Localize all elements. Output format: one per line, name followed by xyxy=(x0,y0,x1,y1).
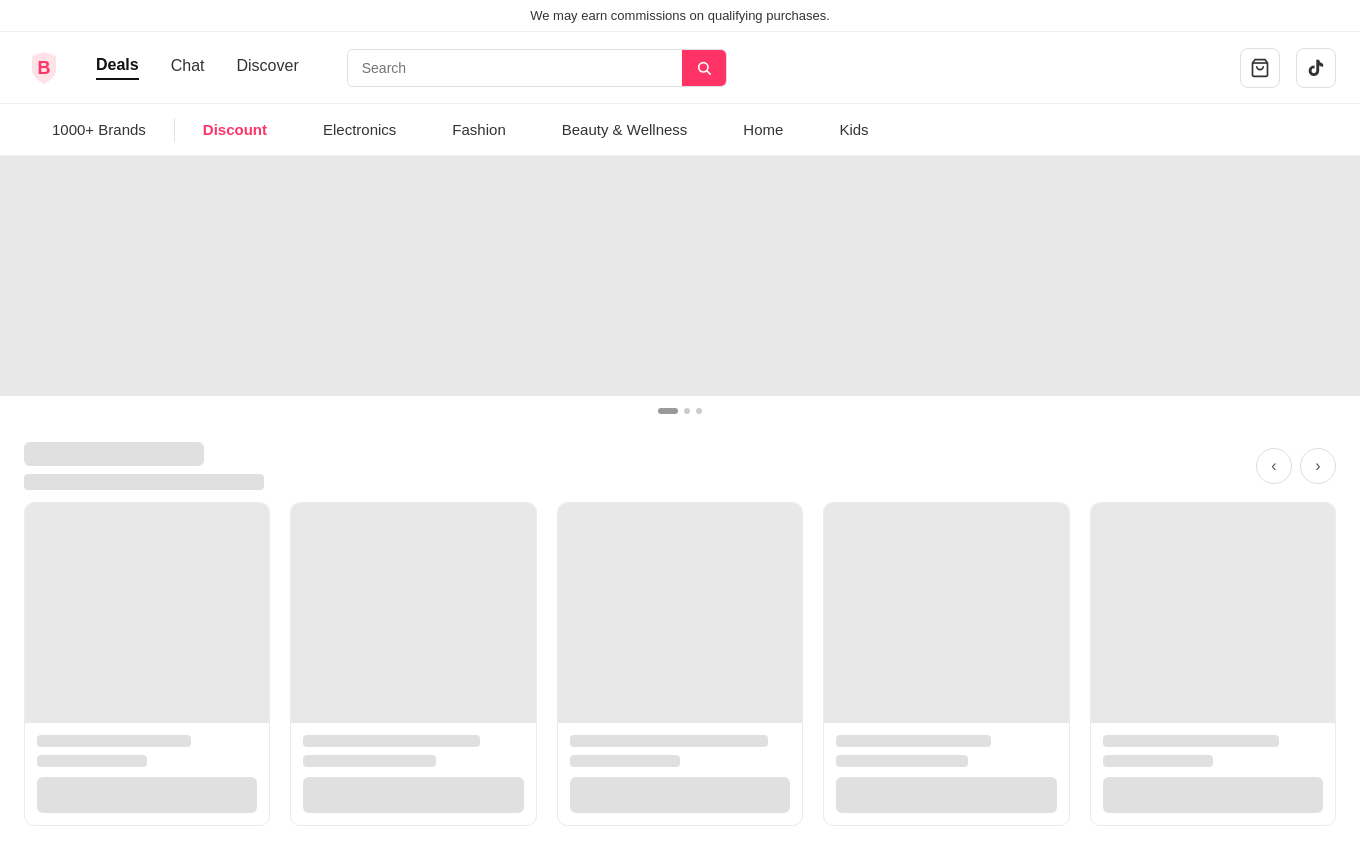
product-info xyxy=(558,723,802,825)
search-icon xyxy=(696,60,712,76)
product-card[interactable] xyxy=(24,502,270,826)
cat-beauty[interactable]: Beauty & Wellness xyxy=(534,104,716,155)
hero-banner xyxy=(0,156,1360,396)
product-title-skeleton xyxy=(836,735,990,747)
product-title-skeleton xyxy=(37,735,191,747)
products-section: ‹ › xyxy=(0,426,1360,850)
cat-fashion[interactable]: Fashion xyxy=(424,104,533,155)
product-card[interactable] xyxy=(823,502,1069,826)
section-sub-skeleton xyxy=(24,474,264,490)
header: B Deals Chat Discover xyxy=(0,32,1360,104)
prev-arrow[interactable]: ‹ xyxy=(1256,448,1292,484)
header-icons xyxy=(1240,48,1336,88)
tiktok-button[interactable] xyxy=(1296,48,1336,88)
product-card[interactable] xyxy=(1090,502,1336,826)
product-price-skeleton xyxy=(570,755,680,767)
nav-deals[interactable]: Deals xyxy=(96,56,139,80)
top-banner: We may earn commissions on qualifying pu… xyxy=(0,0,1360,32)
tiktok-icon xyxy=(1306,58,1326,78)
product-price-skeleton xyxy=(37,755,147,767)
product-info xyxy=(25,723,269,825)
cat-kids[interactable]: Kids xyxy=(811,104,896,155)
search-input[interactable] xyxy=(348,50,682,86)
cat-brands[interactable]: 1000+ Brands xyxy=(24,104,174,155)
nav-arrows: ‹ › xyxy=(1256,448,1336,484)
carousel-dot-2[interactable] xyxy=(684,408,690,414)
product-price-skeleton xyxy=(303,755,435,767)
carousel-dot-3[interactable] xyxy=(696,408,702,414)
section-titles xyxy=(24,442,264,490)
product-info xyxy=(1091,723,1335,825)
svg-point-2 xyxy=(698,62,707,71)
product-image-skeleton xyxy=(824,503,1068,723)
product-title-skeleton xyxy=(570,735,768,747)
product-card[interactable] xyxy=(290,502,536,826)
product-btn-skeleton xyxy=(836,777,1056,813)
search-input-wrapper xyxy=(347,49,727,87)
logo[interactable]: B xyxy=(24,48,64,88)
cat-discount[interactable]: Discount xyxy=(175,104,295,155)
product-image-skeleton xyxy=(25,503,269,723)
product-title-skeleton xyxy=(1103,735,1279,747)
product-info xyxy=(291,723,535,825)
svg-text:B: B xyxy=(38,58,51,78)
product-image-skeleton xyxy=(291,503,535,723)
product-btn-skeleton xyxy=(570,777,790,813)
products-row xyxy=(24,502,1336,826)
product-card[interactable] xyxy=(557,502,803,826)
cart-button[interactable] xyxy=(1240,48,1280,88)
product-btn-skeleton xyxy=(303,777,523,813)
main-nav: Deals Chat Discover xyxy=(96,56,299,80)
product-btn-skeleton xyxy=(1103,777,1323,813)
next-arrow[interactable]: › xyxy=(1300,448,1336,484)
product-image-skeleton xyxy=(558,503,802,723)
search-bar xyxy=(347,49,1208,87)
cat-home[interactable]: Home xyxy=(715,104,811,155)
product-price-skeleton xyxy=(836,755,968,767)
svg-line-3 xyxy=(707,71,711,75)
carousel-dots xyxy=(0,396,1360,426)
cart-icon xyxy=(1250,58,1270,78)
product-image-skeleton xyxy=(1091,503,1335,723)
section-title-skeleton xyxy=(24,442,204,466)
section-header: ‹ › xyxy=(24,442,1336,490)
banner-text: We may earn commissions on qualifying pu… xyxy=(530,8,830,23)
category-nav: 1000+ Brands Discount Electronics Fashio… xyxy=(0,104,1360,156)
nav-discover[interactable]: Discover xyxy=(237,57,299,79)
product-title-skeleton xyxy=(303,735,479,747)
nav-chat[interactable]: Chat xyxy=(171,57,205,79)
cat-electronics[interactable]: Electronics xyxy=(295,104,424,155)
search-button[interactable] xyxy=(682,50,726,86)
product-price-skeleton xyxy=(1103,755,1213,767)
product-info xyxy=(824,723,1068,825)
product-btn-skeleton xyxy=(37,777,257,813)
carousel-dot-1[interactable] xyxy=(658,408,678,414)
